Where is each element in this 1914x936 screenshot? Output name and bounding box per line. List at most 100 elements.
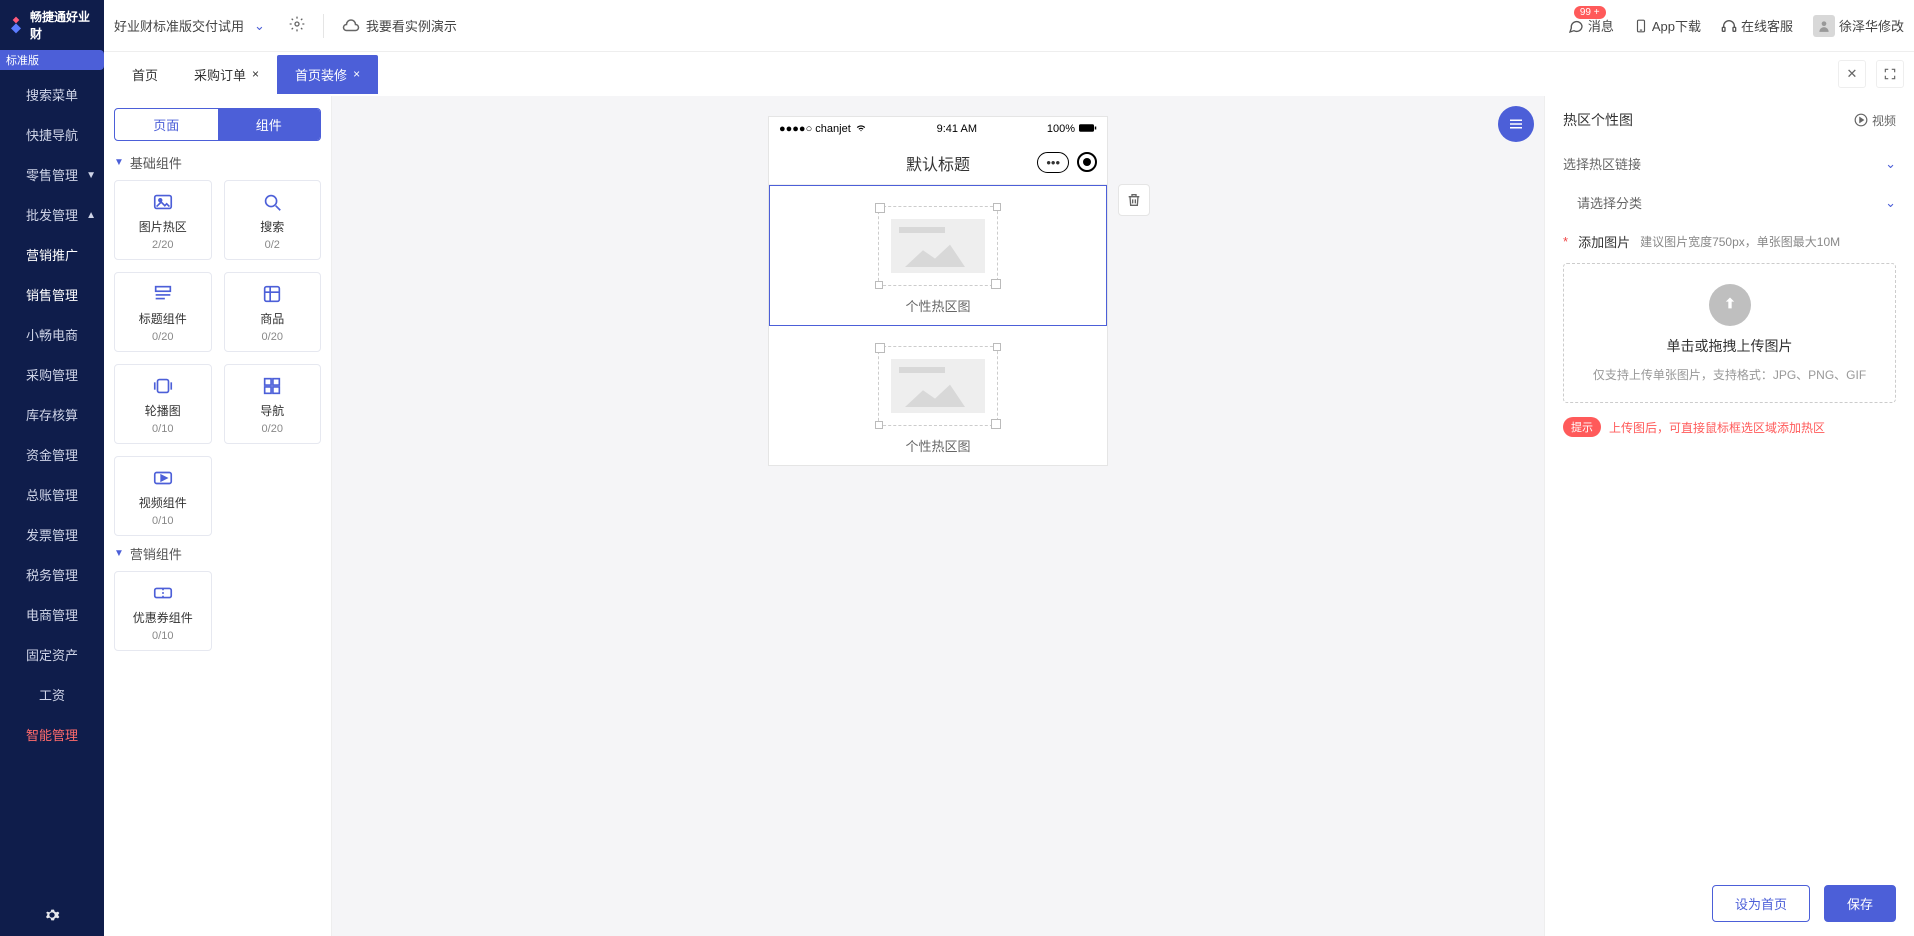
sidebar-item-0[interactable]: 搜索菜单 <box>0 76 104 116</box>
play-circle-icon <box>1854 113 1868 127</box>
image-placeholder <box>878 346 998 426</box>
upload-icon <box>1709 284 1751 326</box>
user-menu[interactable]: 徐泽华修改 <box>1813 15 1904 37</box>
app-download-link[interactable]: App下载 <box>1634 16 1701 35</box>
component-card-nav-comp[interactable]: 导航0/20 <box>224 364 322 444</box>
headset-icon <box>1721 18 1737 34</box>
demo-link[interactable]: 我要看实例演示 <box>342 16 457 35</box>
canvas-menu-fab[interactable] <box>1498 106 1534 142</box>
brand-logo: 畅捷通好业财 <box>0 0 104 50</box>
save-button[interactable]: 保存 <box>1824 885 1896 922</box>
phone-more-icon[interactable]: ••• <box>1037 152 1069 173</box>
caret-icon: ▲ <box>86 196 96 236</box>
divider <box>323 14 324 38</box>
component-card-search-comp[interactable]: 搜索0/2 <box>224 180 322 260</box>
hotzone-block-selected[interactable]: 个性热区图 <box>769 185 1107 326</box>
messages-link[interactable]: 99 + 消息 <box>1568 16 1614 35</box>
tabs-bar: 首页采购订单×首页装修× ✕ <box>104 52 1914 96</box>
edition-badge: 标准版 <box>0 50 104 70</box>
component-panel: 页面 组件 ▼基础组件 图片热区2/20搜索0/2标题组件0/20商品0/20轮… <box>104 96 332 936</box>
sidebar-item-1[interactable]: 快捷导航 <box>0 116 104 156</box>
sidebar-item-7[interactable]: 资金管理 <box>0 436 104 476</box>
segment-control: 页面 组件 <box>114 108 321 141</box>
tab-close-icon[interactable]: × <box>252 67 259 81</box>
sidebar-item-11[interactable]: 电商管理 <box>0 596 104 636</box>
top-settings-icon[interactable] <box>289 16 305 35</box>
sidebar-item-3[interactable]: 批发管理▲ <box>0 196 104 236</box>
title-comp-icon <box>148 282 178 306</box>
sidebar-item-4[interactable]: 小畅电商 <box>0 316 104 356</box>
battery-icon <box>1079 123 1097 136</box>
group-basic-header[interactable]: ▼基础组件 <box>114 153 321 172</box>
message-icon <box>1568 18 1584 34</box>
select-hotzone-link[interactable]: 选择热区链接 ⌄ <box>1563 144 1896 183</box>
set-homepage-button[interactable]: 设为首页 <box>1712 885 1810 922</box>
wifi-icon <box>855 123 867 136</box>
sidebar-settings[interactable] <box>0 902 104 936</box>
tip-badge: 提示 <box>1563 417 1601 437</box>
sidebar-item-13[interactable]: 工资 <box>0 676 104 716</box>
message-badge: 99 + <box>1574 6 1606 19</box>
properties-panel: 热区个性图 视频 选择热区链接 ⌄ 请选择分类 ⌄ * 添加图片 <box>1544 96 1914 936</box>
phone-header: 默认标题 ••• <box>769 141 1107 185</box>
sidebar-item-5[interactable]: 采购管理 <box>0 356 104 396</box>
sidebar-item-10[interactable]: 税务管理 <box>0 556 104 596</box>
sidebar-item-12[interactable]: 固定资产 <box>0 636 104 676</box>
phone-status-bar: ●●●●○ chanjet 9:41 AM 100% <box>769 117 1107 141</box>
product-selector[interactable]: 好业财标准版交付试用 ⌄ <box>114 16 265 35</box>
avatar-icon <box>1813 15 1835 37</box>
tab-1[interactable]: 采购订单× <box>176 55 277 94</box>
sidebar-item-6[interactable]: 库存核算 <box>0 396 104 436</box>
segment-page[interactable]: 页面 <box>115 109 218 140</box>
sidebar-item-9[interactable]: 发票管理 <box>0 516 104 556</box>
sidebar-subitem-3-0[interactable]: 营销推广 <box>0 236 104 276</box>
image-size-hint: 建议图片宽度750px，单张图最大10M <box>1640 233 1840 250</box>
hotzone-block[interactable]: 个性热区图 <box>769 326 1107 465</box>
props-title: 热区个性图 <box>1563 110 1633 130</box>
phone-target-icon[interactable] <box>1077 152 1097 172</box>
fullscreen-toggle[interactable] <box>1876 60 1904 88</box>
required-mark: * <box>1563 234 1568 249</box>
menu-icon <box>1507 115 1525 133</box>
tab-close-icon[interactable]: × <box>353 67 360 81</box>
left-sidebar: 畅捷通好业财 标准版 搜索菜单快捷导航零售管理▼批发管理▲营销推广销售管理小畅电… <box>0 0 104 936</box>
sidebar-item-8[interactable]: 总账管理 <box>0 476 104 516</box>
design-canvas: ●●●●○ chanjet 9:41 AM 100% 默认标题 <box>332 96 1544 936</box>
tab-0[interactable]: 首页 <box>114 55 176 94</box>
customer-service-link[interactable]: 在线客服 <box>1721 16 1793 35</box>
phone-icon <box>1634 18 1648 34</box>
sidebar-subitem-3-1[interactable]: 销售管理 <box>0 276 104 316</box>
select-category[interactable]: 请选择分类 ⌄ <box>1563 183 1896 222</box>
image-placeholder <box>878 206 998 286</box>
component-card-title-comp[interactable]: 标题组件0/20 <box>114 272 212 352</box>
chevron-down-icon: ⌄ <box>1885 195 1896 211</box>
segment-component[interactable]: 组件 <box>218 109 321 140</box>
component-card-product-comp[interactable]: 商品0/20 <box>224 272 322 352</box>
demo-text: 我要看实例演示 <box>366 16 457 35</box>
component-card-coupon-comp[interactable]: 优惠券组件0/10 <box>114 571 212 651</box>
caret-icon: ▼ <box>86 156 96 196</box>
nav-comp-icon <box>257 374 287 398</box>
logo-icon <box>6 15 26 35</box>
sidebar-item-14[interactable]: 智能管理 <box>0 716 104 756</box>
video-tutorial-link[interactable]: 视频 <box>1854 112 1896 129</box>
carousel-comp-icon <box>148 374 178 398</box>
group-marketing-header[interactable]: ▼营销组件 <box>114 544 321 563</box>
video-comp-icon <box>148 466 178 490</box>
add-image-label: 添加图片 <box>1578 232 1630 251</box>
trash-icon <box>1126 192 1142 208</box>
brand-name: 畅捷通好业财 <box>30 8 98 42</box>
top-bar: 好业财标准版交付试用 ⌄ 我要看实例演示 99 + 消息 App下载 <box>104 0 1914 52</box>
image-upload-dropzone[interactable]: 单击或拖拽上传图片 仅支持上传单张图片，支持格式：JPG、PNG、GIF <box>1563 263 1896 403</box>
component-card-image-hot[interactable]: 图片热区2/20 <box>114 180 212 260</box>
image-hot-icon <box>148 190 178 214</box>
product-name: 好业财标准版交付试用 <box>114 16 244 35</box>
component-card-carousel-comp[interactable]: 轮播图0/10 <box>114 364 212 444</box>
component-card-video-comp[interactable]: 视频组件0/10 <box>114 456 212 536</box>
tab-2[interactable]: 首页装修× <box>277 55 378 94</box>
sidebar-item-2[interactable]: 零售管理▼ <box>0 156 104 196</box>
delete-block-button[interactable] <box>1118 184 1150 216</box>
phone-preview: ●●●●○ chanjet 9:41 AM 100% 默认标题 <box>768 116 1108 466</box>
search-comp-icon <box>257 190 287 214</box>
close-all-tabs[interactable]: ✕ <box>1838 60 1866 88</box>
